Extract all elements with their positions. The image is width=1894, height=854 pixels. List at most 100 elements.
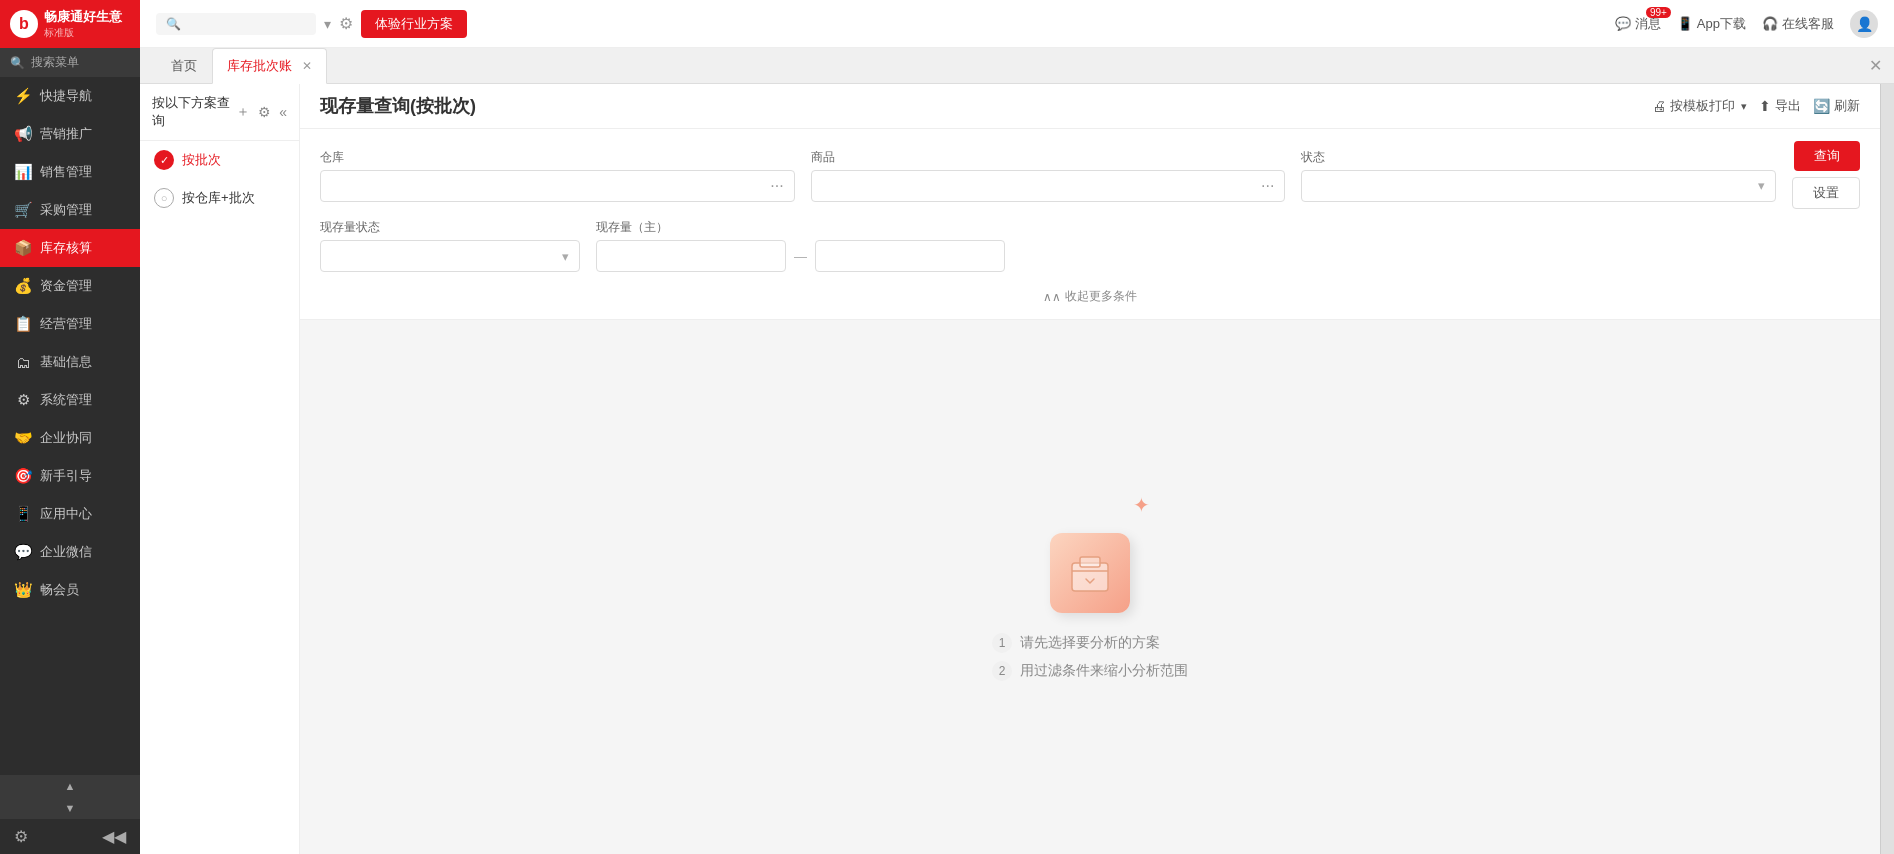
sidebar-header: b 畅康通好生意 标准版 (0, 0, 140, 48)
app-logo: b (10, 10, 38, 38)
basic-label: 基础信息 (40, 353, 92, 371)
sidebar-scroll-up[interactable]: ▲ (0, 775, 140, 797)
scheme-settings-icon[interactable]: ⚙ (258, 104, 271, 120)
close-all-tabs-button[interactable]: ✕ (1869, 56, 1894, 75)
message-icon: 💬 (1615, 16, 1631, 31)
search-label: 搜索菜单 (31, 54, 79, 71)
status-label: 状态 (1301, 149, 1776, 166)
sidebar-item-purchase[interactable]: 🛒 采购管理 (0, 191, 140, 229)
print-template-label: 按模板打印 (1670, 97, 1735, 115)
refresh-button[interactable]: 🔄 刷新 (1813, 97, 1860, 115)
print-chevron-icon[interactable]: ▾ (1741, 100, 1747, 113)
tab-close-icon[interactable]: ✕ (302, 59, 312, 73)
sidebar-item-quick-nav[interactable]: ⚡ 快捷导航 (0, 77, 140, 115)
topbar: 🔍 ▾ ⚙ 体验行业方案 💬 消息 99+ 📱 App下载 🎧 在线客服 (140, 0, 1894, 48)
app-center-label: 应用中心 (40, 505, 92, 523)
headset-icon: 🎧 (1762, 16, 1778, 31)
sidebar-item-app-center[interactable]: 📱 应用中心 (0, 495, 140, 533)
tab-home[interactable]: 首页 (156, 48, 212, 84)
settings-button[interactable]: 设置 (1792, 177, 1860, 209)
messages-button[interactable]: 💬 消息 99+ (1615, 15, 1661, 33)
app-download-label: App下载 (1697, 15, 1746, 33)
newbie-label: 新手引导 (40, 467, 92, 485)
status-chevron-icon: ▾ (1758, 178, 1765, 193)
online-service-button[interactable]: 🎧 在线客服 (1762, 15, 1834, 33)
sidebar-item-marketing[interactable]: 📢 营销推广 (0, 115, 140, 153)
export-button[interactable]: ⬆ 导出 (1759, 97, 1801, 115)
sidebar-item-system[interactable]: ⚙ 系统管理 (0, 381, 140, 419)
member-label: 畅会员 (40, 581, 79, 599)
app-version: 标准版 (44, 26, 122, 40)
right-edge-bar (1880, 84, 1894, 854)
sidebar-item-member[interactable]: 👑 畅会员 (0, 571, 140, 609)
sidebar-collapse-button[interactable]: ◀◀ (102, 827, 126, 846)
topbar-right: 💬 消息 99+ 📱 App下载 🎧 在线客服 👤 (1615, 10, 1878, 38)
sidebar-bottom: ⚙ ◀◀ (0, 819, 140, 854)
stock-amount-field: 现存量（主） — (596, 219, 1005, 272)
scheme-filter-label: 按以下方案查询 (152, 94, 236, 130)
basic-icon: 🗂 (14, 354, 32, 371)
topbar-left: 🔍 ▾ ⚙ 体验行业方案 (156, 10, 1605, 38)
experience-industry-button[interactable]: 体验行业方案 (361, 10, 467, 38)
product-label: 商品 (811, 149, 1286, 166)
sidebar-nav: ⚡ 快捷导航 📢 营销推广 📊 销售管理 🛒 采购管理 📦 库存核算 💰 资金管… (0, 77, 140, 775)
app-download-button[interactable]: 📱 App下载 (1677, 15, 1746, 33)
tabbar: 首页 库存批次账 ✕ ✕ (140, 48, 1894, 84)
left-panel-header: 按以下方案查询 ＋ ⚙ « (140, 84, 299, 141)
sidebar-item-inventory[interactable]: 📦 库存核算 (0, 229, 140, 267)
stock-amount-to[interactable] (815, 240, 1005, 272)
main-area: 🔍 ▾ ⚙ 体验行业方案 💬 消息 99+ 📱 App下载 🎧 在线客服 (140, 0, 1894, 854)
stock-status-label: 现存量状态 (320, 219, 580, 236)
scheme-by-warehouse-batch[interactable]: ○ 按仓库+批次 (140, 179, 299, 217)
add-scheme-icon[interactable]: ＋ (236, 103, 250, 121)
sidebar-item-newbie[interactable]: 🎯 新手引导 (0, 457, 140, 495)
query-button[interactable]: 查询 (1794, 141, 1860, 171)
sidebar-item-basic[interactable]: 🗂 基础信息 (0, 343, 140, 381)
sidebar-item-enterprise[interactable]: 🤝 企业协同 (0, 419, 140, 457)
filter-collapse-button[interactable]: ∧∧ 收起更多条件 (320, 282, 1860, 307)
print-template-button[interactable]: 🖨 按模板打印 ▾ (1652, 97, 1747, 115)
sidebar-item-sales[interactable]: 📊 销售管理 (0, 153, 140, 191)
sidebar-settings-button[interactable]: ⚙ (14, 827, 28, 846)
sales-icon: 📊 (14, 163, 32, 181)
product-more-icon[interactable]: ··· (1261, 177, 1274, 195)
sidebar-item-operations[interactable]: 📋 经营管理 (0, 305, 140, 343)
scheme-by-batch-label: 按批次 (182, 151, 221, 169)
sidebar-item-finance[interactable]: 💰 资金管理 (0, 267, 140, 305)
page-content: 按以下方案查询 ＋ ⚙ « ✓ 按批次 ○ 按仓库+批次 现存量查询(按批次) (140, 84, 1894, 854)
online-service-label: 在线客服 (1782, 15, 1834, 33)
hint-1-text: 请先选择要分析的方案 (1020, 634, 1160, 652)
marketing-icon: 📢 (14, 125, 32, 143)
topbar-gear-icon[interactable]: ⚙ (339, 14, 353, 33)
stock-amount-from[interactable] (596, 240, 786, 272)
user-avatar-button[interactable]: 👤 (1850, 10, 1878, 38)
status-dropdown[interactable]: ▾ (1301, 170, 1776, 202)
filter-row-2: 现存量状态 ▾ 现存量（主） — (320, 219, 1860, 272)
sidebar-scroll-down[interactable]: ▼ (0, 797, 140, 819)
operations-label: 经营管理 (40, 315, 92, 333)
sidebar-search[interactable]: 🔍 搜索菜单 (0, 48, 140, 77)
left-panel: 按以下方案查询 ＋ ⚙ « ✓ 按批次 ○ 按仓库+批次 (140, 84, 300, 854)
enterprise-wechat-icon: 💬 (14, 543, 32, 561)
collapse-panel-icon[interactable]: « (279, 104, 287, 120)
warehouse-input[interactable]: ··· (320, 170, 795, 202)
member-icon: 👑 (14, 581, 32, 599)
enterprise-wechat-label: 企业微信 (40, 543, 92, 561)
scheme-by-warehouse-batch-label: 按仓库+批次 (182, 189, 255, 207)
system-label: 系统管理 (40, 391, 92, 409)
enterprise-label: 企业协同 (40, 429, 92, 447)
warehouse-more-icon[interactable]: ··· (770, 177, 783, 195)
topbar-chevron-icon[interactable]: ▾ (324, 16, 331, 32)
sparkle-icon: ✦ (1133, 493, 1150, 517)
topbar-search-box[interactable]: 🔍 (156, 13, 316, 35)
export-icon: ⬆ (1759, 98, 1771, 114)
product-input[interactable]: ··· (811, 170, 1286, 202)
tab-inventory-batch[interactable]: 库存批次账 ✕ (212, 48, 327, 84)
page-title: 现存量查询(按批次) (320, 94, 476, 118)
scheme-by-batch[interactable]: ✓ 按批次 (140, 141, 299, 179)
warehouse-label: 仓库 (320, 149, 795, 166)
stock-status-dropdown[interactable]: ▾ (320, 240, 580, 272)
sidebar-item-enterprise-wechat[interactable]: 💬 企业微信 (0, 533, 140, 571)
hint-num-1: 1 (992, 633, 1012, 653)
operations-icon: 📋 (14, 315, 32, 333)
